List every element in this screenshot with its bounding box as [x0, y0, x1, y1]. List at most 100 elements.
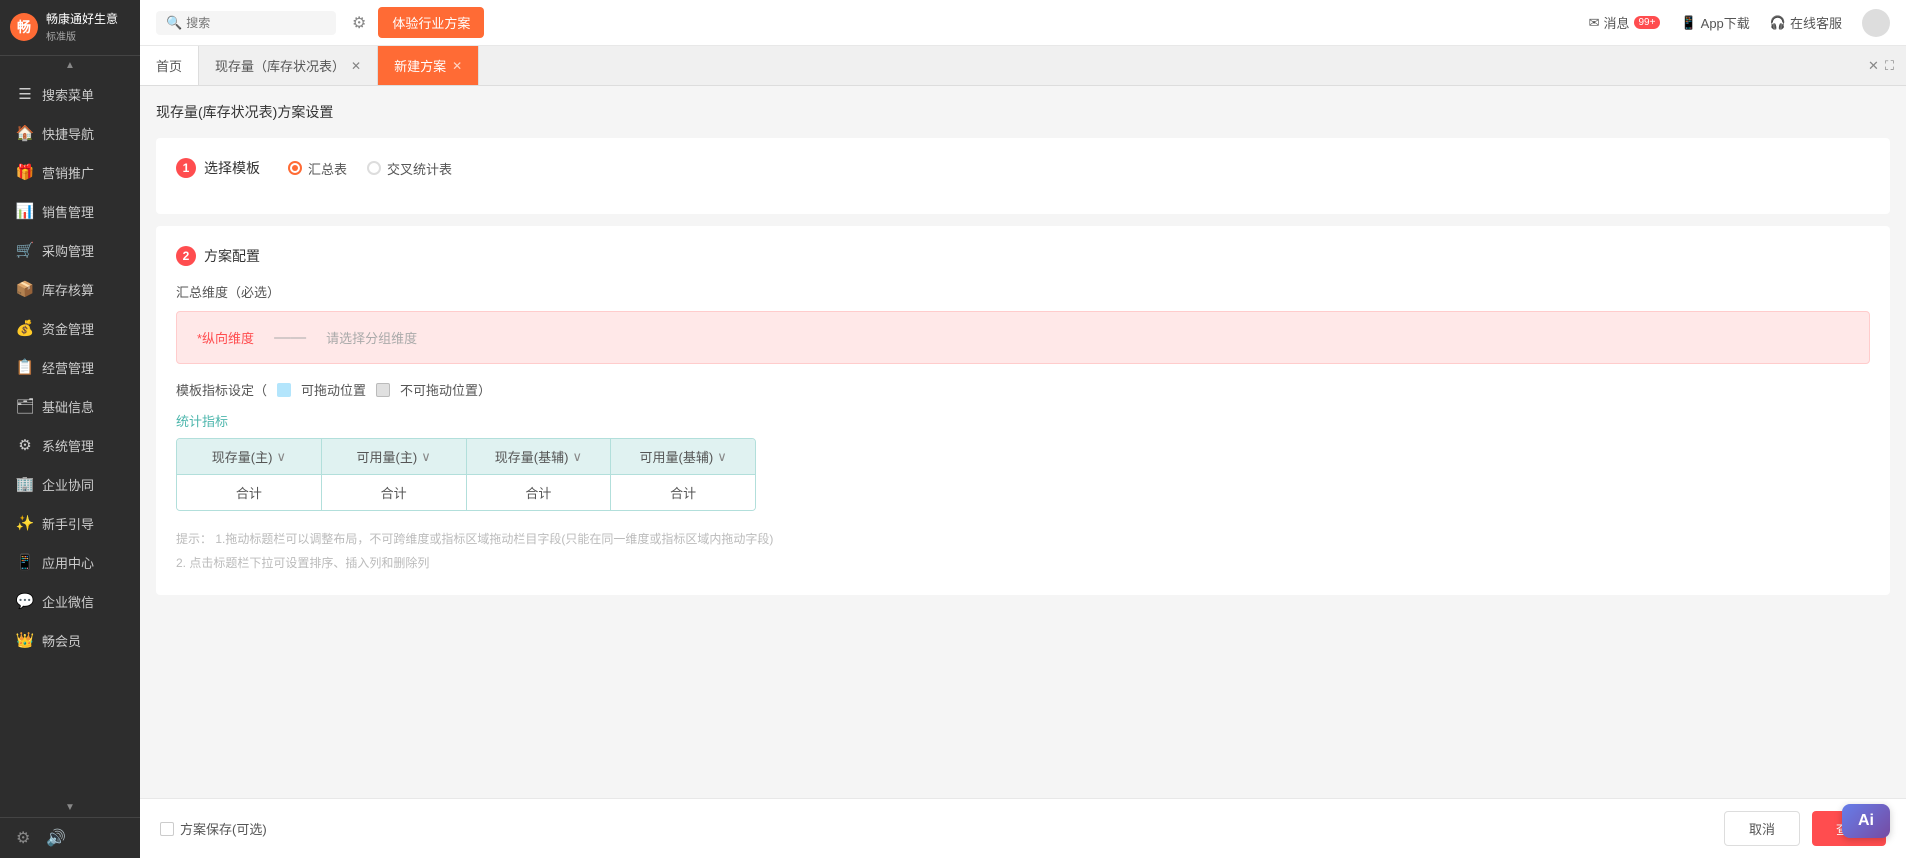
tab-close-window-icon[interactable]: ✕	[1868, 58, 1879, 74]
brand-logo: 畅	[10, 13, 38, 41]
operations-icon: 📋	[16, 358, 34, 376]
tab-maximize-icon[interactable]: ⛶	[1885, 58, 1894, 74]
search-icon: 🔍	[166, 15, 182, 31]
sidebar-scroll-up[interactable]: ▲	[0, 56, 140, 75]
app-download-btn[interactable]: 📱 App下载	[1680, 13, 1749, 32]
tab-close-active-icon[interactable]: ✕	[452, 59, 462, 73]
gift-icon: 🎁	[16, 163, 34, 181]
sidebar-item-finance[interactable]: 💰 资金管理	[0, 309, 140, 348]
system-icon: ⚙	[16, 436, 34, 454]
sidebar-brand: 畅 畅康通好生意 标准版	[0, 0, 140, 56]
save-option[interactable]: 方案保存(可选)	[160, 819, 267, 838]
radio-cross-circle	[367, 161, 381, 175]
sidebar-nav: ☰ 搜索菜单 🏠 快捷导航 🎁 营销推广 📊 销售管理 🛒 采购管理 📦 库存核…	[0, 75, 140, 798]
draggable-label: 可拖动位置	[301, 380, 366, 399]
wechat-icon: 💬	[16, 592, 34, 610]
brand-sub: 标准版	[46, 28, 118, 43]
volume-icon[interactable]: 🔊	[46, 828, 66, 848]
step1-badge: 1	[176, 158, 196, 178]
body-cell-0-1: 合计	[322, 474, 467, 510]
search-box[interactable]: 🔍	[156, 11, 336, 35]
radio-summary-circle	[288, 161, 302, 175]
step1-header: 1 选择模板 汇总表 交叉统计表	[176, 158, 1870, 178]
online-service-btn[interactable]: 🎧 在线客服	[1770, 13, 1842, 32]
topbar: 🔍 ⚙ 体验行业方案 ✉ 消息 99+ 📱 App下载 🎧 在线客服	[140, 0, 1906, 46]
tab-inventory-status[interactable]: 现存量（库存状况表） ✕	[199, 46, 378, 85]
topbar-settings-icon[interactable]: ⚙	[352, 13, 366, 33]
sidebar-item-purchase[interactable]: 🛒 采购管理	[0, 231, 140, 270]
sidebar-item-vip[interactable]: 👑 畅会员	[0, 621, 140, 660]
sidebar-item-basic-info[interactable]: 🗂 基础信息	[0, 387, 140, 426]
save-label: 方案保存(可选)	[180, 819, 267, 838]
body-cell-0-3: 合计	[611, 474, 755, 510]
user-avatar[interactable]	[1862, 9, 1890, 37]
guide-icon: ✨	[16, 514, 34, 532]
sidebar-item-label: 快捷导航	[42, 124, 94, 143]
template-settings-label: 模板指标设定（	[176, 380, 267, 399]
sidebar-item-label: 采购管理	[42, 241, 94, 260]
tabbar: 首页 现存量（库存状况表） ✕ 新建方案 ✕ ✕ ⛶	[140, 46, 1906, 86]
stats-section-label: 统计指标	[176, 411, 1870, 430]
radio-cross[interactable]: 交叉统计表	[367, 159, 452, 178]
sidebar-item-inventory[interactable]: 📦 库存核算	[0, 270, 140, 309]
stats-table-header: 现存量(主) ∨ 可用量(主) ∨ 现存量(基辅) ∨ 可用量(基辅) ∨	[177, 439, 755, 474]
sidebar-item-operations[interactable]: 📋 经营管理	[0, 348, 140, 387]
sidebar-item-label: 应用中心	[42, 553, 94, 572]
sidebar-item-quick-nav[interactable]: 🏠 快捷导航	[0, 114, 140, 153]
message-btn[interactable]: ✉ 消息 99+	[1589, 13, 1661, 32]
search-input[interactable]	[186, 16, 306, 30]
sidebar: 畅 畅康通好生意 标准版 ▲ ☰ 搜索菜单 🏠 快捷导航 🎁 营销推广 📊 销售…	[0, 0, 140, 858]
dimension-field-label: 汇总维度（必选）	[176, 282, 1870, 301]
dimension-row[interactable]: *纵向维度 —— 请选择分组维度	[176, 311, 1870, 364]
sidebar-item-wechat[interactable]: 💬 企业微信	[0, 582, 140, 621]
bottom-bar: 方案保存(可选) 取消 查询	[140, 798, 1906, 858]
tab-new-plan[interactable]: 新建方案 ✕	[378, 46, 479, 85]
sidebar-item-guide[interactable]: ✨ 新手引导	[0, 504, 140, 543]
sidebar-item-label: 系统管理	[42, 436, 94, 455]
header-cell-3[interactable]: 可用量(基辅) ∨	[611, 439, 755, 474]
sidebar-item-system[interactable]: ⚙ 系统管理	[0, 426, 140, 465]
tab-close-icon[interactable]: ✕	[351, 59, 361, 73]
message-icon: ✉	[1589, 15, 1600, 31]
non-draggable-badge	[376, 383, 390, 397]
header-cell-1[interactable]: 可用量(主) ∨	[322, 439, 467, 474]
sidebar-item-sales[interactable]: 📊 销售管理	[0, 192, 140, 231]
app-center-icon: 📱	[16, 553, 34, 571]
template-radio-group: 汇总表 交叉统计表	[288, 159, 452, 178]
non-draggable-label: 不可拖动位置）	[400, 380, 491, 399]
save-checkbox[interactable]	[160, 822, 174, 836]
sidebar-item-label: 基础信息	[42, 397, 94, 416]
sidebar-footer: ⚙ 🔊	[0, 817, 140, 858]
sidebar-item-app-center[interactable]: 📱 应用中心	[0, 543, 140, 582]
sidebar-item-label: 畅会员	[42, 631, 81, 650]
message-badge: 99+	[1634, 16, 1661, 29]
topbar-right: ✉ 消息 99+ 📱 App下载 🎧 在线客服	[1589, 9, 1890, 37]
sidebar-item-enterprise[interactable]: 🏢 企业协同	[0, 465, 140, 504]
sidebar-scroll-down[interactable]: ▼	[0, 798, 140, 817]
experience-btn[interactable]: 体验行业方案	[378, 7, 484, 38]
body-cell-0-2: 合计	[467, 474, 612, 510]
radio-summary[interactable]: 汇总表	[288, 159, 347, 178]
tab-expand-controls: ✕ ⛶	[1856, 46, 1906, 85]
sidebar-item-label: 企业微信	[42, 592, 94, 611]
header-cell-2[interactable]: 现存量(基辅) ∨	[467, 439, 612, 474]
sort-icon-2: ∨	[572, 449, 582, 465]
settings-icon[interactable]: ⚙	[16, 828, 30, 848]
body-cell-0-0: 合计	[177, 474, 322, 510]
purchase-icon: 🛒	[16, 241, 34, 259]
sidebar-item-label: 营销推广	[42, 163, 94, 182]
enterprise-icon: 🏢	[16, 475, 34, 493]
template-settings-row: 模板指标设定（ 可拖动位置 不可拖动位置）	[176, 380, 1870, 399]
header-cell-0[interactable]: 现存量(主) ∨	[177, 439, 322, 474]
dimension-required-label: *纵向维度	[197, 328, 254, 347]
tab-home[interactable]: 首页	[140, 46, 199, 85]
sidebar-item-marketing[interactable]: 🎁 营销推广	[0, 153, 140, 192]
tips-section: 提示： 1.拖动标题栏可以调整布局，不可跨维度或指标区域拖动栏目字段(只能在同一…	[176, 527, 1870, 575]
sidebar-item-search-menu[interactable]: ☰ 搜索菜单	[0, 75, 140, 114]
step2-badge: 2	[176, 246, 196, 266]
step1-card: 1 选择模板 汇总表 交叉统计表	[156, 138, 1890, 214]
finance-icon: 💰	[16, 319, 34, 337]
cancel-button[interactable]: 取消	[1724, 811, 1800, 846]
step2-card: 2 方案配置 汇总维度（必选） *纵向维度 —— 请选择分组维度 模板指标设定（…	[156, 226, 1890, 595]
ai-button[interactable]: Ai	[1842, 804, 1890, 838]
